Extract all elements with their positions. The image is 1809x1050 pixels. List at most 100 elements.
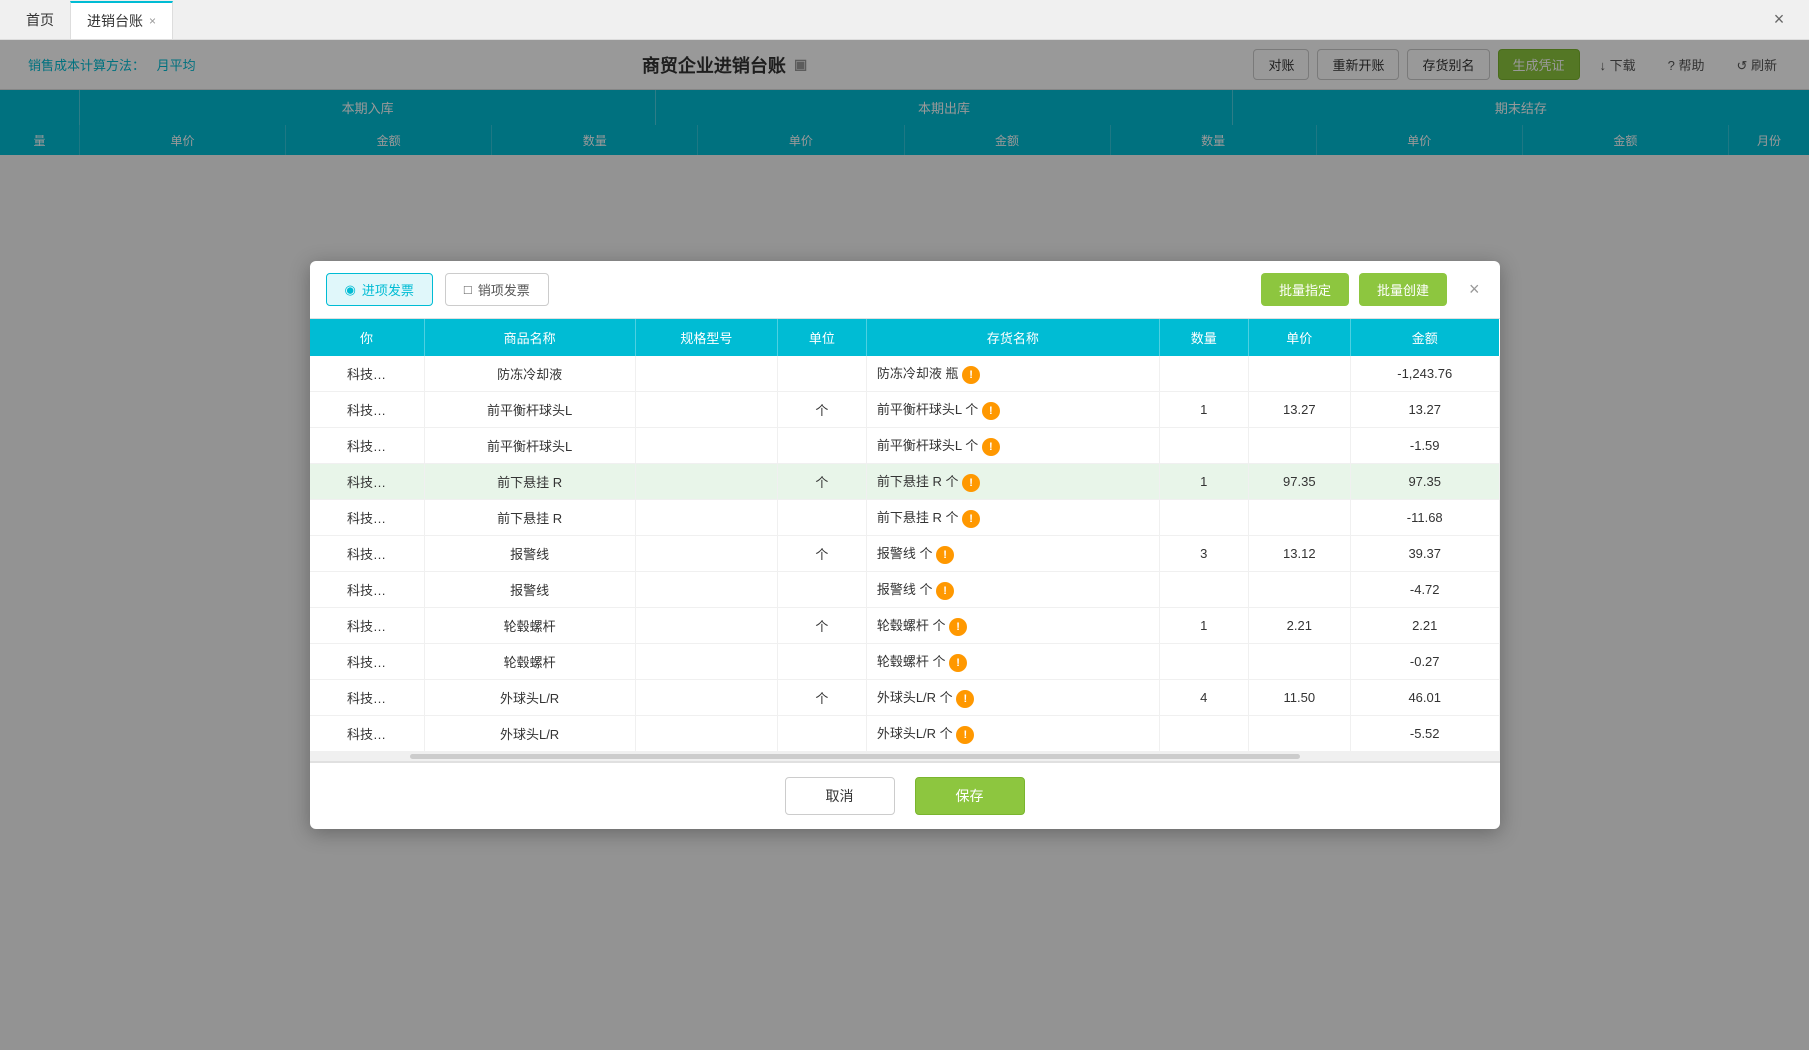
cell-product: 报警线 [424,572,635,608]
cell-unit [778,428,867,464]
col-amount: 金额 [1350,319,1499,356]
cell-stock: 防冻冷却液 瓶 ! [866,356,1159,392]
cell-price: 11.50 [1248,680,1350,716]
outgoing-icon: □ [464,282,472,297]
cell-amount: 46.01 [1350,680,1499,716]
cell-spec [635,680,777,716]
cell-spec [635,644,777,680]
cell-amount: -0.27 [1350,644,1499,680]
cell-qty: 1 [1159,392,1248,428]
warning-icon: ! [936,582,954,600]
cell-unit [778,716,867,752]
cell-amount: 13.27 [1350,392,1499,428]
tab-home[interactable]: 首页 [10,2,70,38]
cell-product: 外球头L/R [424,716,635,752]
modal-horizontal-scrollbar[interactable] [310,752,1500,762]
cell-unit: 个 [778,536,867,572]
modal-table-wrap[interactable]: 你 商品名称 规格型号 单位 存货名称 数量 单价 金额 科技… 防冻冷却液 [310,319,1500,752]
modal-close-button[interactable]: × [1465,273,1484,306]
modal-dialog: ◉ 进项发票 □ 销项发票 批量指定 批量创建 × [310,261,1500,829]
cell-spec [635,356,777,392]
warning-icon: ! [936,546,954,564]
col-unit: 单位 [778,319,867,356]
cell-stock: 外球头L/R 个 ! [866,680,1159,716]
cell-stock: 前下悬挂 R 个 ! [866,464,1159,500]
scrollbar-thumb[interactable] [410,754,1300,759]
cell-stock: 轮毂螺杆 个 ! [866,644,1159,680]
table-row: 科技… 前下悬挂 R 前下悬挂 R 个 ! -11.68 [310,500,1500,536]
table-row: 科技… 前平衡杆球头L 个 前平衡杆球头L 个 ! 1 13.27 13.27 [310,392,1500,428]
cell-product: 前平衡杆球头L [424,392,635,428]
cell-product: 外球头L/R [424,680,635,716]
main-content: 销售成本计算方法： 月平均 商贸企业进销台账 ▣ 对账 重新开账 存货别名 生成… [0,40,1809,1050]
cell-supplier: 科技… [310,428,425,464]
modal-footer: 取消 保存 [310,762,1500,829]
cell-price: 97.35 [1248,464,1350,500]
tab-outgoing-label: 销项发票 [478,280,530,299]
cell-amount: 97.35 [1350,464,1499,500]
cell-price: 13.12 [1248,536,1350,572]
window-close-button[interactable]: × [1759,0,1799,40]
table-row: 科技… 防冻冷却液 防冻冷却液 瓶 ! -1,243.76 [310,356,1500,392]
warning-icon: ! [949,618,967,636]
cell-price [1248,644,1350,680]
cell-amount: -1.59 [1350,428,1499,464]
cell-stock: 前下悬挂 R 个 ! [866,500,1159,536]
batch-create-button[interactable]: 批量创建 [1359,273,1447,306]
cell-qty: 1 [1159,464,1248,500]
invoice-table: 你 商品名称 规格型号 单位 存货名称 数量 单价 金额 科技… 防冻冷却液 [310,319,1500,752]
cell-price: 2.21 [1248,608,1350,644]
cell-supplier: 科技… [310,392,425,428]
cell-unit: 个 [778,608,867,644]
modal-header: ◉ 进项发票 □ 销项发票 批量指定 批量创建 × [310,261,1500,319]
cell-product: 报警线 [424,536,635,572]
cell-product: 防冻冷却液 [424,356,635,392]
batch-assign-button[interactable]: 批量指定 [1261,273,1349,306]
cell-spec [635,608,777,644]
warning-icon: ! [982,438,1000,456]
cell-spec [635,428,777,464]
tab-incoming-invoices[interactable]: ◉ 进项发票 [326,273,433,306]
cell-unit: 个 [778,680,867,716]
tab-close-icon[interactable]: × [149,14,156,28]
cell-price [1248,500,1350,536]
cell-stock: 报警线 个 ! [866,536,1159,572]
cell-supplier: 科技… [310,572,425,608]
table-row: 科技… 轮毂螺杆 个 轮毂螺杆 个 ! 1 2.21 2.21 [310,608,1500,644]
cell-supplier: 科技… [310,500,425,536]
cell-qty [1159,644,1248,680]
cell-product: 轮毂螺杆 [424,644,635,680]
warning-icon: ! [956,690,974,708]
col-price: 单价 [1248,319,1350,356]
cell-supplier: 科技… [310,644,425,680]
cell-qty: 1 [1159,608,1248,644]
cancel-button[interactable]: 取消 [785,777,895,815]
cell-product: 前下悬挂 R [424,500,635,536]
cell-spec [635,536,777,572]
cell-amount: -1,243.76 [1350,356,1499,392]
save-button[interactable]: 保存 [915,777,1025,815]
cell-spec [635,716,777,752]
cell-product: 前平衡杆球头L [424,428,635,464]
cell-qty [1159,572,1248,608]
table-row: 科技… 报警线 报警线 个 ! -4.72 [310,572,1500,608]
cell-amount: 39.37 [1350,536,1499,572]
cell-qty [1159,716,1248,752]
tab-active[interactable]: 进销台账 × [70,1,173,39]
cell-spec [635,572,777,608]
table-row: 科技… 前下悬挂 R 个 前下悬挂 R 个 ! 1 97.35 97.35 [310,464,1500,500]
cell-stock: 前平衡杆球头L 个 ! [866,392,1159,428]
tab-outgoing-invoices[interactable]: □ 销项发票 [445,273,549,306]
cell-price: 13.27 [1248,392,1350,428]
cell-unit [778,572,867,608]
cell-product: 前下悬挂 R [424,464,635,500]
cell-amount: 2.21 [1350,608,1499,644]
cell-unit [778,644,867,680]
cell-price [1248,572,1350,608]
table-row: 科技… 轮毂螺杆 轮毂螺杆 个 ! -0.27 [310,644,1500,680]
tab-incoming-label: 进项发票 [362,280,414,299]
col-product-name: 商品名称 [424,319,635,356]
table-row: 科技… 报警线 个 报警线 个 ! 3 13.12 39.37 [310,536,1500,572]
modal-overlay: ◉ 进项发票 □ 销项发票 批量指定 批量创建 × [0,40,1809,1050]
cell-supplier: 科技… [310,536,425,572]
